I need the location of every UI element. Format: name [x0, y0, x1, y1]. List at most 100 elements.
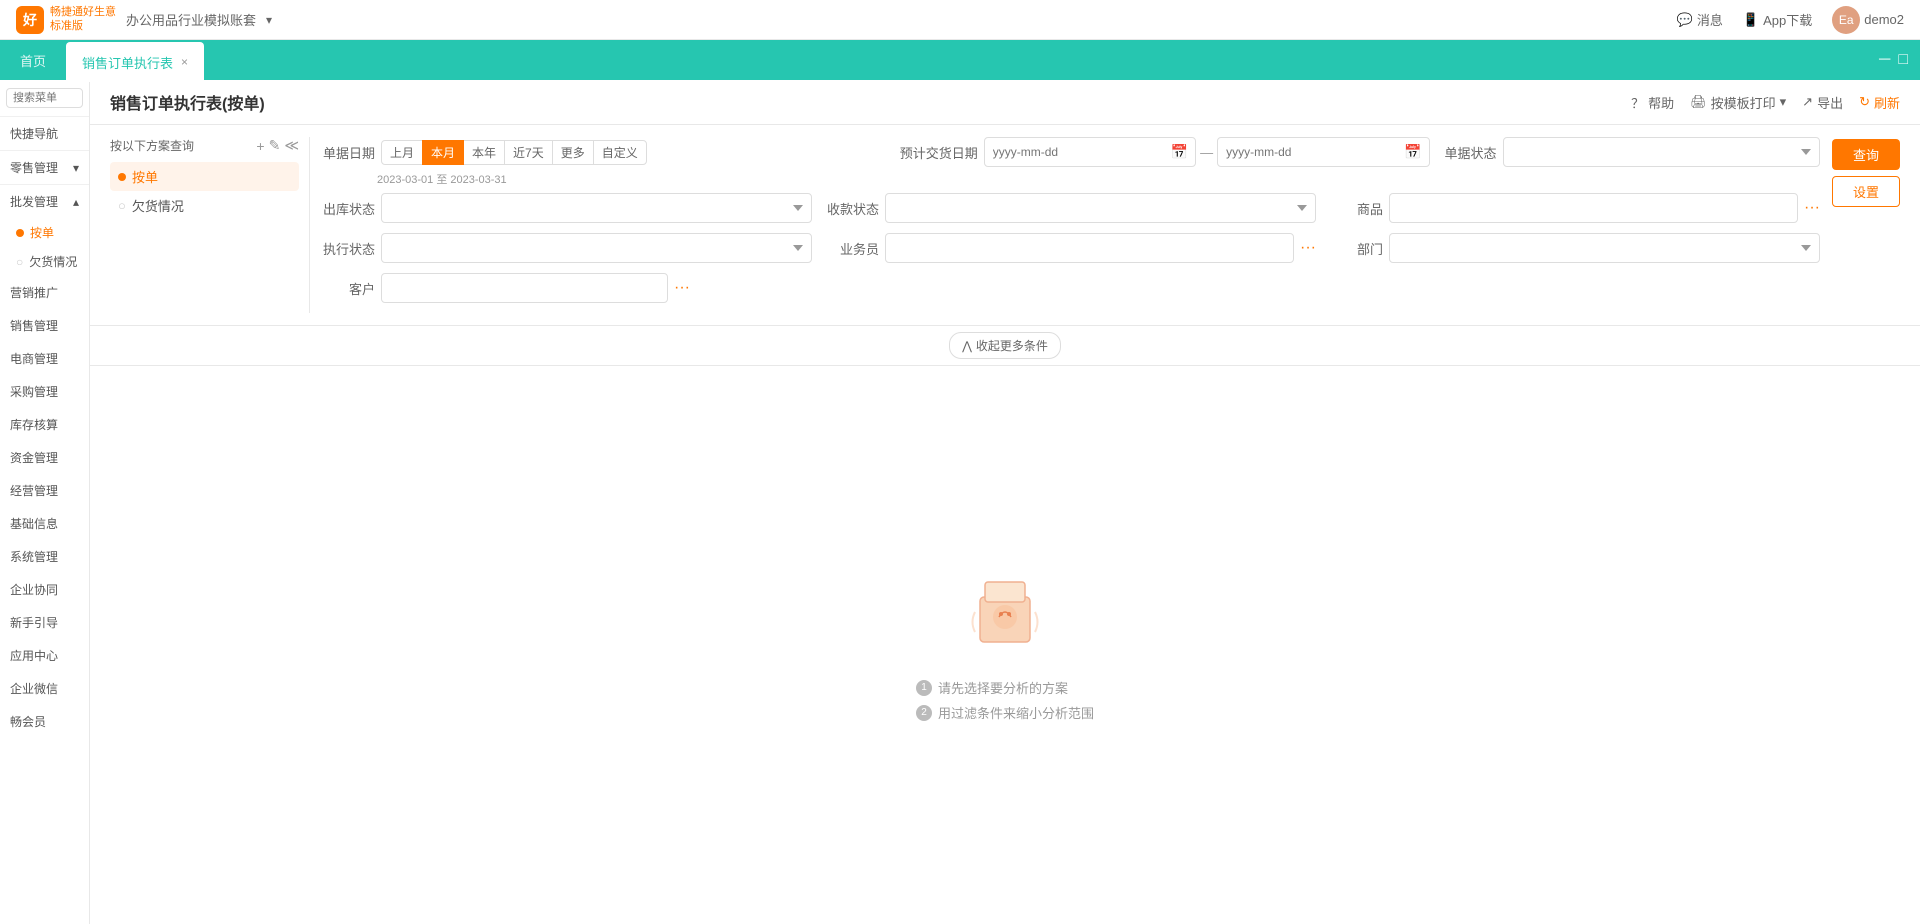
export-button[interactable]: ↗ 导出 — [1802, 93, 1843, 112]
empty-illustration — [955, 562, 1055, 662]
app-download-button[interactable]: 📱 App下载 — [1743, 10, 1812, 29]
query-button[interactable]: 查询 — [1832, 139, 1900, 170]
salesperson-dots-button[interactable]: ··· — [1300, 239, 1316, 257]
scheme-item-按单[interactable]: 按单 — [110, 162, 299, 191]
print-button[interactable]: 🖨 按模板打印 ▾ — [1690, 93, 1786, 112]
salesperson-input[interactable] — [885, 233, 1294, 263]
logo-area: 好 畅捷通好生意 标准版 — [16, 6, 116, 34]
filter-field-delivery-status: 出库状态 — [320, 193, 812, 223]
filter-row-1: 单据日期 上月 本月 本年 近7天 更多 自定义 — [320, 137, 1820, 167]
delivery-status-label: 出库状态 — [320, 199, 375, 218]
message-icon: 💬 — [1677, 12, 1693, 28]
exec-status-select[interactable] — [381, 233, 812, 263]
delivery-date-range: 📅 — 📅 — [984, 137, 1430, 167]
sidebar-item-system[interactable]: 系统管理 — [0, 540, 89, 573]
empty-state: 1 请先选择要分析的方案 2 用过滤条件来缩小分析范围 — [90, 366, 1920, 924]
avatar: Ea — [1832, 6, 1860, 34]
collapse-scheme-button[interactable]: ≪ — [284, 137, 299, 154]
search-input[interactable] — [6, 88, 83, 108]
maximize-button[interactable]: □ — [1898, 51, 1908, 69]
filter-field-customer: 客户 ··· — [320, 273, 690, 303]
delivery-status-select[interactable] — [381, 193, 812, 223]
sidebar-item-purchase[interactable]: 采购管理 — [0, 375, 89, 408]
sidebar-item-inventory[interactable]: 库存核算 — [0, 408, 89, 441]
user-menu-button[interactable]: Ea demo2 — [1832, 6, 1904, 34]
department-select[interactable] — [1389, 233, 1820, 263]
tab-bar-actions: ─ □ — [1879, 51, 1920, 69]
message-button[interactable]: 💬 消息 — [1677, 10, 1723, 29]
tip-item-2: 2 用过滤条件来缩小分析范围 — [916, 703, 1094, 722]
tip-item-1: 1 请先选择要分析的方案 — [916, 678, 1094, 697]
filter-field-payment-status: 收款状态 — [824, 193, 1316, 223]
sidebar-item-quick-nav[interactable]: 快捷导航 — [0, 117, 89, 150]
sidebar-sub-按单[interactable]: 按单 — [0, 218, 89, 247]
product-label: 商品 — [1328, 199, 1383, 218]
date-tab-custom[interactable]: 自定义 — [593, 140, 647, 165]
refresh-button[interactable]: ↻ 刷新 — [1859, 93, 1900, 112]
customer-dots-button[interactable]: ··· — [674, 279, 690, 297]
logo-icon: 好 — [16, 6, 44, 34]
sidebar-item-retail[interactable]: 零售管理 ▾ — [0, 150, 89, 184]
product-input[interactable] — [1389, 193, 1798, 223]
sidebar-item-enterprise[interactable]: 企业协同 — [0, 573, 89, 606]
sidebar-sub-欠货情况[interactable]: ○ 欠货情况 — [0, 247, 89, 276]
filter-field-exec-status: 执行状态 — [320, 233, 812, 263]
sidebar-item-finance[interactable]: 资金管理 — [0, 441, 89, 474]
scheme-item-欠货情况[interactable]: ○ 欠货情况 — [110, 191, 299, 220]
top-bar-title: 办公用品行业模拟账套 — [126, 10, 256, 29]
print-dropdown-icon: ▾ — [1780, 94, 1787, 110]
sidebar-item-marketing[interactable]: 营销推广 — [0, 276, 89, 309]
logo-text: 畅捷通好生意 标准版 — [50, 6, 116, 32]
sidebar-item-sales[interactable]: 销售管理 — [0, 309, 89, 342]
filter-field-product: 商品 ··· — [1328, 193, 1820, 223]
export-icon: ↗ — [1802, 94, 1813, 110]
delivery-date-label: 预计交货日期 — [900, 143, 978, 162]
sidebar-item-wholesale[interactable]: 批发管理 ▴ — [0, 184, 89, 218]
customer-input[interactable] — [381, 273, 668, 303]
help-button[interactable]: ？ 帮助 — [1631, 93, 1674, 112]
filter-field-date: 单据日期 上月 本月 本年 近7天 更多 自定义 — [320, 140, 888, 165]
salesperson-label: 业务员 — [824, 239, 879, 258]
doc-status-select[interactable] — [1503, 137, 1820, 167]
date-tab-this-year[interactable]: 本年 — [463, 140, 505, 165]
reset-button[interactable]: 设置 — [1832, 176, 1900, 207]
print-icon: 🖨 — [1690, 94, 1707, 110]
customer-label: 客户 — [320, 279, 375, 298]
top-bar: 好 畅捷通好生意 标准版 办公用品行业模拟账套 ▾ 💬 消息 📱 App下载 E… — [0, 0, 1920, 40]
filter-panel: 按以下方案查询 + ✎ ≪ 按单 ○ 欠货情况 — [90, 125, 1920, 325]
tab-close-icon[interactable]: × — [181, 55, 188, 69]
sidebar-item-member[interactable]: 畅会员 — [0, 705, 89, 738]
chevron-up-icon: ▴ — [73, 195, 79, 209]
page-title: 销售订单执行表(按单) — [110, 90, 265, 114]
edit-scheme-button[interactable]: ✎ — [269, 137, 281, 154]
sidebar-item-guide[interactable]: 新手引导 — [0, 606, 89, 639]
delivery-date-end-input[interactable] — [1217, 137, 1429, 167]
top-bar-dropdown[interactable]: ▾ — [266, 13, 272, 27]
minimize-button[interactable]: ─ — [1879, 51, 1890, 69]
date-tab-this-month[interactable]: 本月 — [422, 140, 464, 165]
inactive-icon: ○ — [16, 255, 23, 269]
sidebar-item-basic[interactable]: 基础信息 — [0, 507, 89, 540]
filter-field-delivery-date: 预计交货日期 📅 — 📅 — [900, 137, 1430, 167]
active-dot — [16, 229, 24, 237]
date-tab-last7[interactable]: 近7天 — [504, 140, 553, 165]
payment-status-select[interactable] — [885, 193, 1316, 223]
filter-scheme-actions: + ✎ ≪ — [256, 137, 299, 154]
filter-main: 单据日期 上月 本月 本年 近7天 更多 自定义 — [320, 137, 1820, 313]
sidebar-item-apps[interactable]: 应用中心 — [0, 639, 89, 672]
add-scheme-button[interactable]: + — [256, 138, 264, 154]
date-tab-last-month[interactable]: 上月 — [381, 140, 423, 165]
tab-bar: 首页 销售订单执行表 × ─ □ — [0, 40, 1920, 80]
top-bar-left: 好 畅捷通好生意 标准版 办公用品行业模拟账套 ▾ — [16, 6, 272, 34]
sidebar-item-operations[interactable]: 经营管理 — [0, 474, 89, 507]
sidebar-item-ecommerce[interactable]: 电商管理 — [0, 342, 89, 375]
tab-active[interactable]: 销售订单执行表 × — [66, 42, 204, 82]
department-label: 部门 — [1328, 239, 1383, 258]
sidebar-item-wechat[interactable]: 企业微信 — [0, 672, 89, 705]
tab-home[interactable]: 首页 — [0, 40, 66, 80]
product-dots-button[interactable]: ··· — [1804, 199, 1820, 217]
collapse-button[interactable]: ⋀ 收起更多条件 — [949, 332, 1061, 359]
filter-row-2: 出库状态 收款状态 — [320, 193, 1820, 223]
date-tab-more[interactable]: 更多 — [552, 140, 594, 165]
delivery-date-start-input[interactable] — [984, 137, 1196, 167]
